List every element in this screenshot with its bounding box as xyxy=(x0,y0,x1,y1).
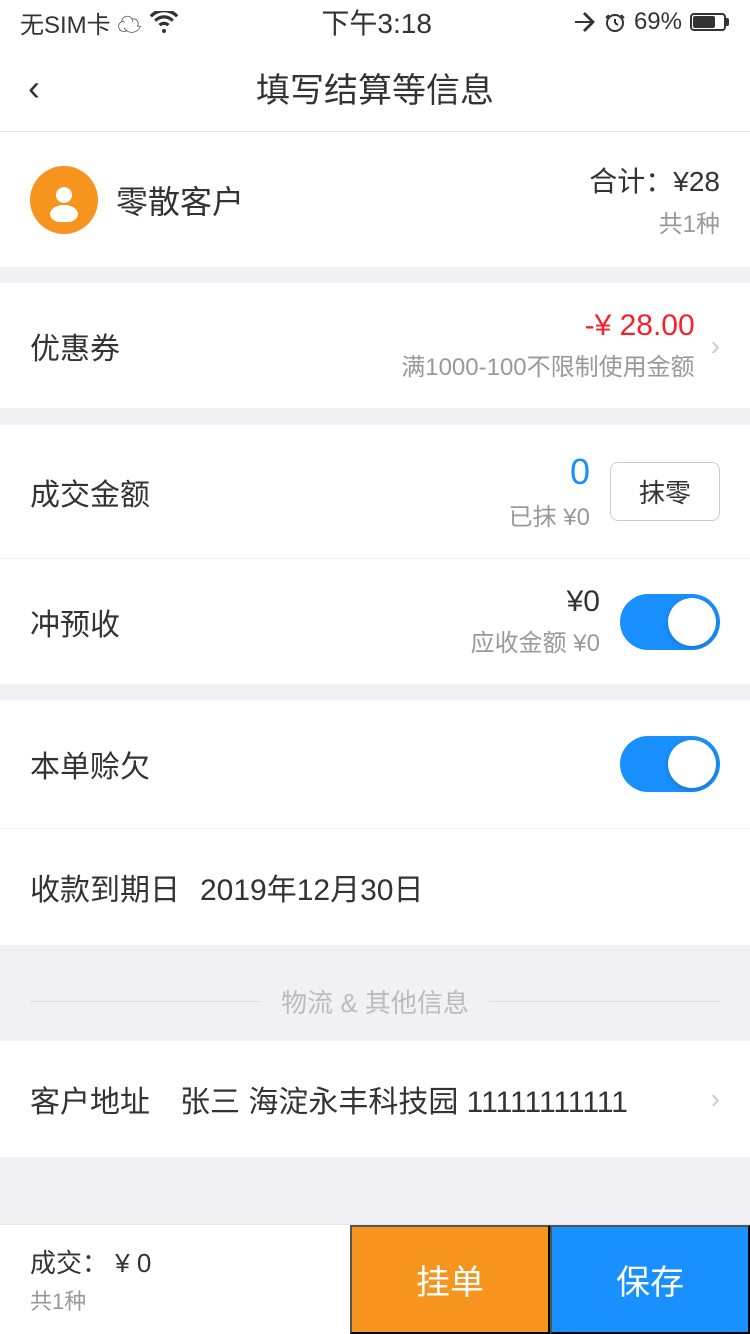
page-title: 填写结算等信息 xyxy=(256,63,494,112)
credit-label: 本单赊欠 xyxy=(30,742,150,786)
wifi-icon xyxy=(149,11,179,33)
bottom-deal-value: ¥ 0 xyxy=(115,1248,151,1278)
prepay-row: 冲预收 ¥0 应收金额 ¥0 xyxy=(0,559,750,684)
prepay-amount: ¥0 xyxy=(471,585,600,619)
bottom-deal-label: 成交： xyxy=(30,1248,108,1278)
address-value: 张三 海淀永丰科技园 11111111111 xyxy=(180,1077,711,1121)
coupon-chevron-icon: › xyxy=(711,330,720,362)
hold-button[interactable]: 挂单 xyxy=(350,1225,550,1334)
credit-toggle[interactable] xyxy=(620,736,720,792)
prepay-amounts: ¥0 应收金额 ¥0 xyxy=(471,585,600,658)
prepay-label: 冲预收 xyxy=(30,600,120,644)
total-count: 共1种 xyxy=(589,204,720,239)
coupon-right: -¥ 28.00 满1000-100不限制使用金额 › xyxy=(401,309,720,382)
coupon-section: 优惠券 -¥ 28.00 满1000-100不限制使用金额 › xyxy=(0,283,750,409)
avatar xyxy=(30,166,98,234)
alarm-icon xyxy=(604,11,626,33)
transaction-row: 成交金额 0 已抹 ¥0 抹零 xyxy=(0,425,750,559)
bottom-info: 成交： ¥ 0 共1种 xyxy=(0,1243,350,1316)
location-icon xyxy=(574,11,596,33)
due-date-row: 收款到期日 2019年12月30日 xyxy=(0,829,750,945)
bottom-deal: 成交： ¥ 0 xyxy=(30,1243,320,1280)
save-button[interactable]: 保存 xyxy=(550,1225,750,1334)
back-button[interactable]: ‹ xyxy=(28,67,40,109)
due-date-label: 收款到期日 xyxy=(30,865,180,909)
credit-section: 本单赊欠 收款到期日 2019年12月30日 xyxy=(0,700,750,945)
status-right: 69% xyxy=(574,8,730,36)
bottom-bar: 成交： ¥ 0 共1种 挂单 保存 xyxy=(0,1224,750,1334)
battery-icon xyxy=(690,11,730,33)
coupon-value: -¥ 28.00 xyxy=(401,309,694,343)
credit-row: 本单赊欠 xyxy=(0,700,750,829)
customer-info: 零散客户 xyxy=(30,166,244,234)
customer-totals: 合计：¥28 共1种 xyxy=(589,160,720,239)
battery-label: 69% xyxy=(634,8,682,36)
coupon-row[interactable]: 优惠券 -¥ 28.00 满1000-100不限制使用金额 › xyxy=(0,283,750,409)
address-section: 客户地址 张三 海淀永丰科技园 11111111111 › xyxy=(0,1041,750,1157)
content-area: 零散客户 合计：¥28 共1种 优惠券 -¥ 28.00 满1000-100不限… xyxy=(0,132,750,1293)
status-left: 无SIM卡 ☁ xyxy=(20,5,179,40)
sim-label: 无SIM卡 ☁ xyxy=(20,5,141,40)
total-label: 合计：¥28 xyxy=(589,160,720,200)
credit-toggle-knob xyxy=(668,740,716,788)
coupon-subtext: 满1000-100不限制使用金额 xyxy=(401,347,694,382)
logistics-divider: 物流 & 其他信息 xyxy=(0,961,750,1041)
round-button[interactable]: 抹零 xyxy=(610,462,720,521)
address-chevron-icon: › xyxy=(711,1083,720,1115)
bottom-actions: 挂单 保存 xyxy=(350,1225,750,1334)
customer-row: 零散客户 合计：¥28 共1种 xyxy=(0,132,750,267)
bottom-count: 共1种 xyxy=(30,1284,320,1316)
due-date-value: 2019年12月30日 xyxy=(200,865,423,909)
transaction-values: 0 已抹 ¥0 xyxy=(509,451,590,532)
transaction-value: 0 xyxy=(509,451,590,493)
prepay-receivable: 应收金额 ¥0 xyxy=(471,623,600,658)
coupon-values: -¥ 28.00 满1000-100不限制使用金额 xyxy=(401,309,694,382)
coupon-label: 优惠券 xyxy=(30,324,120,368)
prepay-toggle[interactable] xyxy=(620,594,720,650)
transaction-label: 成交金额 xyxy=(30,470,150,514)
prepay-right: ¥0 应收金额 ¥0 xyxy=(471,585,720,658)
address-row[interactable]: 客户地址 张三 海淀永丰科技园 11111111111 › xyxy=(0,1041,750,1157)
transaction-section: 成交金额 0 已抹 ¥0 抹零 冲预收 ¥0 应收金额 ¥0 xyxy=(0,425,750,684)
customer-name: 零散客户 xyxy=(116,177,244,223)
avatar-icon xyxy=(42,178,86,222)
already-deducted: 已抹 ¥0 xyxy=(509,497,590,532)
address-label: 客户地址 xyxy=(30,1077,150,1121)
status-bar: 无SIM卡 ☁ 下午3:18 69% xyxy=(0,0,750,44)
transaction-right: 0 已抹 ¥0 抹零 xyxy=(509,451,720,532)
status-time: 下午3:18 xyxy=(321,2,432,42)
logistics-text: 物流 & 其他信息 xyxy=(261,983,489,1020)
toggle-knob xyxy=(668,598,716,646)
nav-bar: ‹ 填写结算等信息 xyxy=(0,44,750,132)
